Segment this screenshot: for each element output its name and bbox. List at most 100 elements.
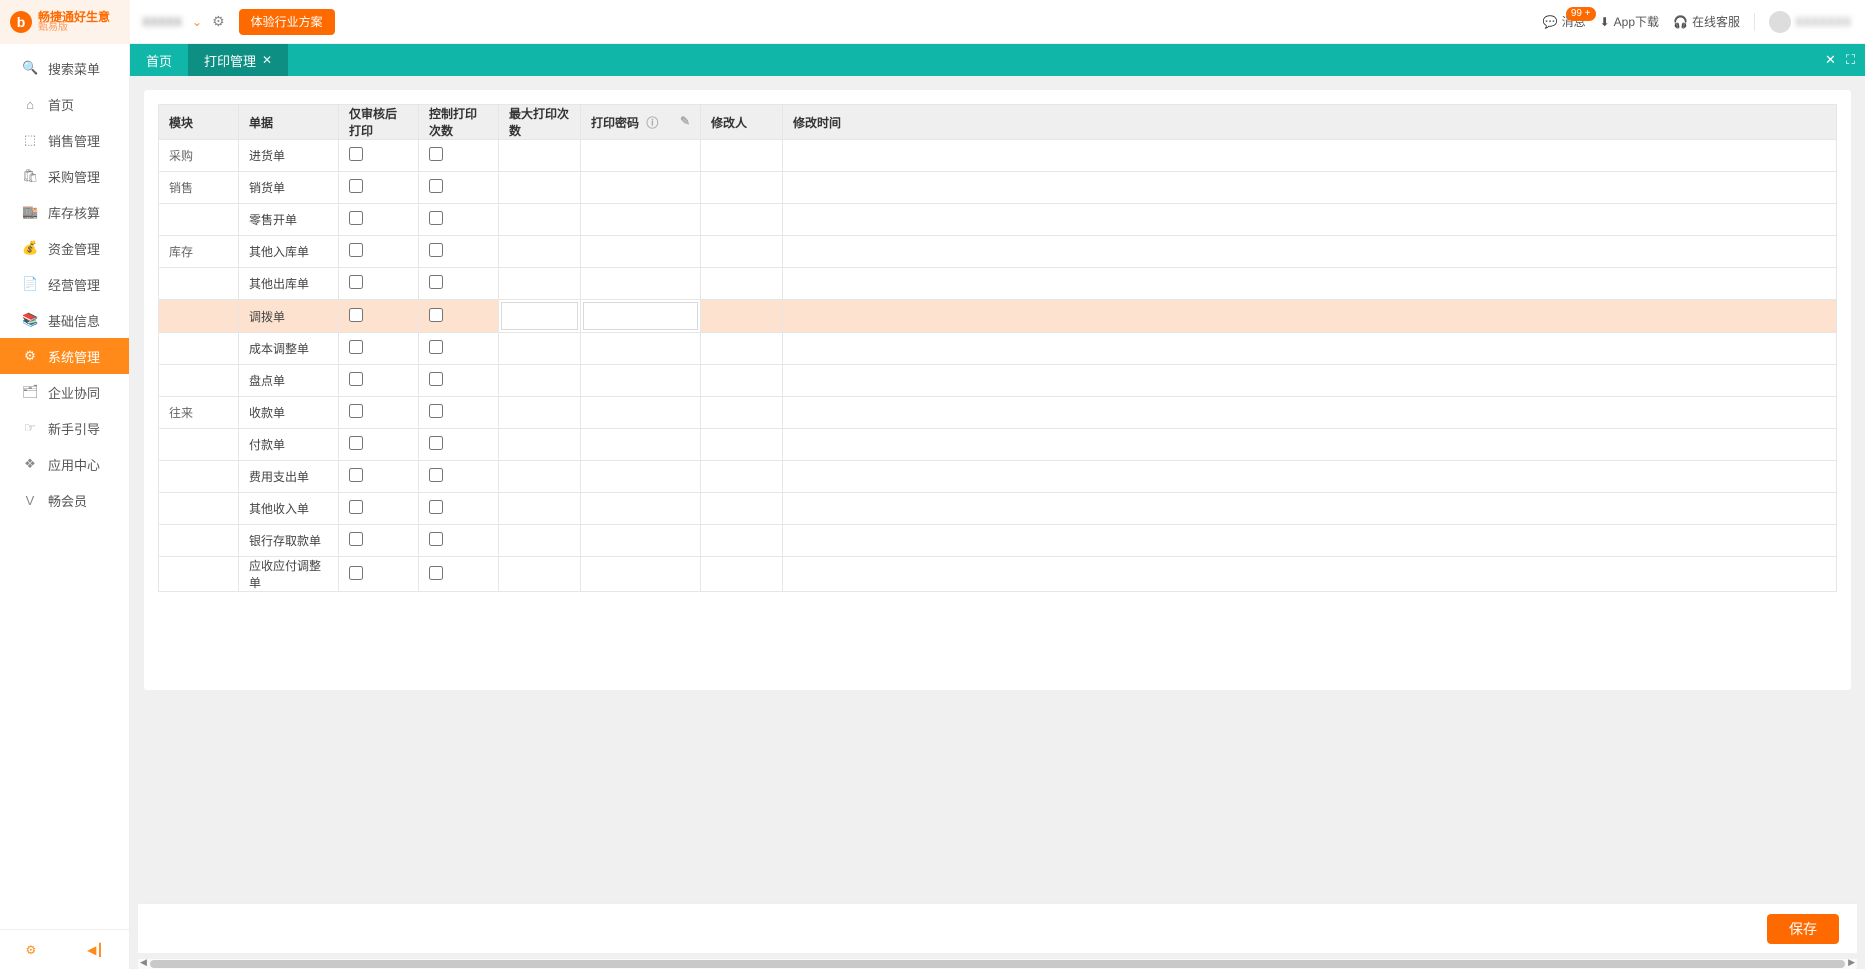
edit-icon[interactable]: ✎ [680, 114, 690, 128]
checkbox[interactable] [429, 500, 443, 514]
cell-max-count [499, 268, 581, 300]
checkbox[interactable] [349, 404, 363, 418]
save-button[interactable]: 保存 [1767, 914, 1839, 944]
cell-modify-time [783, 557, 1837, 592]
close-tab-icon[interactable]: ✕ [1825, 52, 1836, 68]
checkbox[interactable] [429, 372, 443, 386]
cell-modify-time [783, 397, 1837, 429]
help-icon[interactable]: ⓘ [646, 114, 658, 131]
cell-checkbox [339, 493, 419, 525]
cell-max-count [499, 236, 581, 268]
checkbox[interactable] [349, 275, 363, 289]
download-label: App下载 [1614, 13, 1659, 30]
sidebar-item-sales[interactable]: ⬚销售管理 [0, 122, 129, 158]
checkbox[interactable] [429, 340, 443, 354]
user-menu[interactable]: XXXXXXX [1769, 11, 1851, 33]
checkbox[interactable] [429, 211, 443, 225]
cell-modifier [701, 268, 783, 300]
cell-doc: 其他入库单 [239, 236, 339, 268]
cell-modify-time [783, 429, 1837, 461]
checkbox[interactable] [429, 308, 443, 322]
checkbox[interactable] [429, 275, 443, 289]
service-button[interactable]: 🎧 在线客服 [1673, 13, 1740, 30]
operation-icon: 📄 [22, 276, 38, 292]
cell-checkbox [419, 236, 499, 268]
checkbox[interactable] [349, 468, 363, 482]
sidebar-item-system[interactable]: ⚙系统管理 [0, 338, 129, 374]
tab-首页[interactable]: 首页 [130, 44, 188, 76]
sidebar-item-purchase[interactable]: 🛍采购管理 [0, 158, 129, 194]
horizontal-scrollbar[interactable] [138, 959, 1857, 969]
logo-mark-icon: b [10, 11, 32, 33]
gear-icon[interactable]: ⚙ [212, 13, 225, 30]
cell-checkbox [339, 525, 419, 557]
sidebar-item-basic-info[interactable]: 📚基础信息 [0, 302, 129, 338]
tab-打印管理[interactable]: 打印管理✕ [188, 44, 288, 76]
funds-icon: 💰 [22, 240, 38, 256]
checkbox[interactable] [349, 211, 363, 225]
cell-module [159, 525, 239, 557]
checkbox[interactable] [429, 566, 443, 580]
collapse-icon[interactable]: ◀┃ [87, 943, 103, 957]
sidebar-item-label: 搜索菜单 [48, 59, 100, 78]
cell-doc: 成本调整单 [239, 333, 339, 365]
cell-max-count [499, 429, 581, 461]
checkbox[interactable] [429, 468, 443, 482]
sidebar-item-label: 企业协同 [48, 383, 100, 402]
sidebar-item-home[interactable]: ⌂首页 [0, 86, 129, 122]
checkbox[interactable] [349, 566, 363, 580]
table-row: 应收应付调整单 [159, 557, 1837, 592]
checkbox[interactable] [349, 340, 363, 354]
fullscreen-icon[interactable]: ⛶ [1846, 52, 1855, 68]
cell-max-count [499, 461, 581, 493]
download-button[interactable]: ⬇ App下载 [1600, 13, 1659, 30]
cell-password [581, 140, 701, 172]
cell-checkbox [339, 236, 419, 268]
checkbox[interactable] [349, 308, 363, 322]
checkbox[interactable] [429, 532, 443, 546]
checkbox[interactable] [349, 436, 363, 450]
settings-icon[interactable]: ⚙ [25, 943, 36, 957]
checkbox[interactable] [429, 243, 443, 257]
sidebar-footer: ⚙ ◀┃ [0, 929, 129, 969]
sidebar-item-guide[interactable]: ☞新手引导 [0, 410, 129, 446]
sidebar-item-inventory[interactable]: 🏬库存核算 [0, 194, 129, 230]
checkbox[interactable] [429, 179, 443, 193]
cell-checkbox [419, 461, 499, 493]
checkbox[interactable] [349, 243, 363, 257]
checkbox[interactable] [349, 179, 363, 193]
max-count-input[interactable] [501, 302, 578, 330]
cell-max-count [499, 204, 581, 236]
checkbox[interactable] [429, 404, 443, 418]
purchase-icon: 🛍 [22, 168, 38, 184]
checkbox[interactable] [349, 500, 363, 514]
cell-doc: 零售开单 [239, 204, 339, 236]
cell-checkbox [419, 397, 499, 429]
sidebar-item-apps[interactable]: ❖应用中心 [0, 446, 129, 482]
cell-checkbox [419, 172, 499, 204]
checkbox[interactable] [349, 372, 363, 386]
sidebar-item-funds[interactable]: 💰资金管理 [0, 230, 129, 266]
password-input[interactable] [583, 302, 698, 330]
cell-max-count [499, 525, 581, 557]
table-row: 往来收款单 [159, 397, 1837, 429]
cell-checkbox [339, 365, 419, 397]
plan-button[interactable]: 体验行业方案 [239, 9, 335, 35]
message-button[interactable]: 💬 消息 99 + [1543, 13, 1586, 30]
cell-modifier [701, 461, 783, 493]
user-name: XXXXXXX [1795, 15, 1851, 29]
sidebar-item-collab[interactable]: 🗂企业协同 [0, 374, 129, 410]
table-row: 盘点单 [159, 365, 1837, 397]
checkbox[interactable] [349, 147, 363, 161]
checkbox[interactable] [429, 436, 443, 450]
cell-module [159, 493, 239, 525]
sidebar-item-vip[interactable]: V畅会员 [0, 482, 129, 518]
org-picker[interactable]: XXXXX ⌄ ⚙ [142, 13, 225, 30]
close-icon[interactable]: ✕ [262, 53, 272, 67]
sidebar-item-label: 畅会员 [48, 491, 87, 510]
sidebar-item-operation[interactable]: 📄经营管理 [0, 266, 129, 302]
sidebar-item-search-menu[interactable]: 🔍搜索菜单 [0, 50, 129, 86]
checkbox[interactable] [429, 147, 443, 161]
checkbox[interactable] [349, 532, 363, 546]
cell-modify-time [783, 300, 1837, 333]
